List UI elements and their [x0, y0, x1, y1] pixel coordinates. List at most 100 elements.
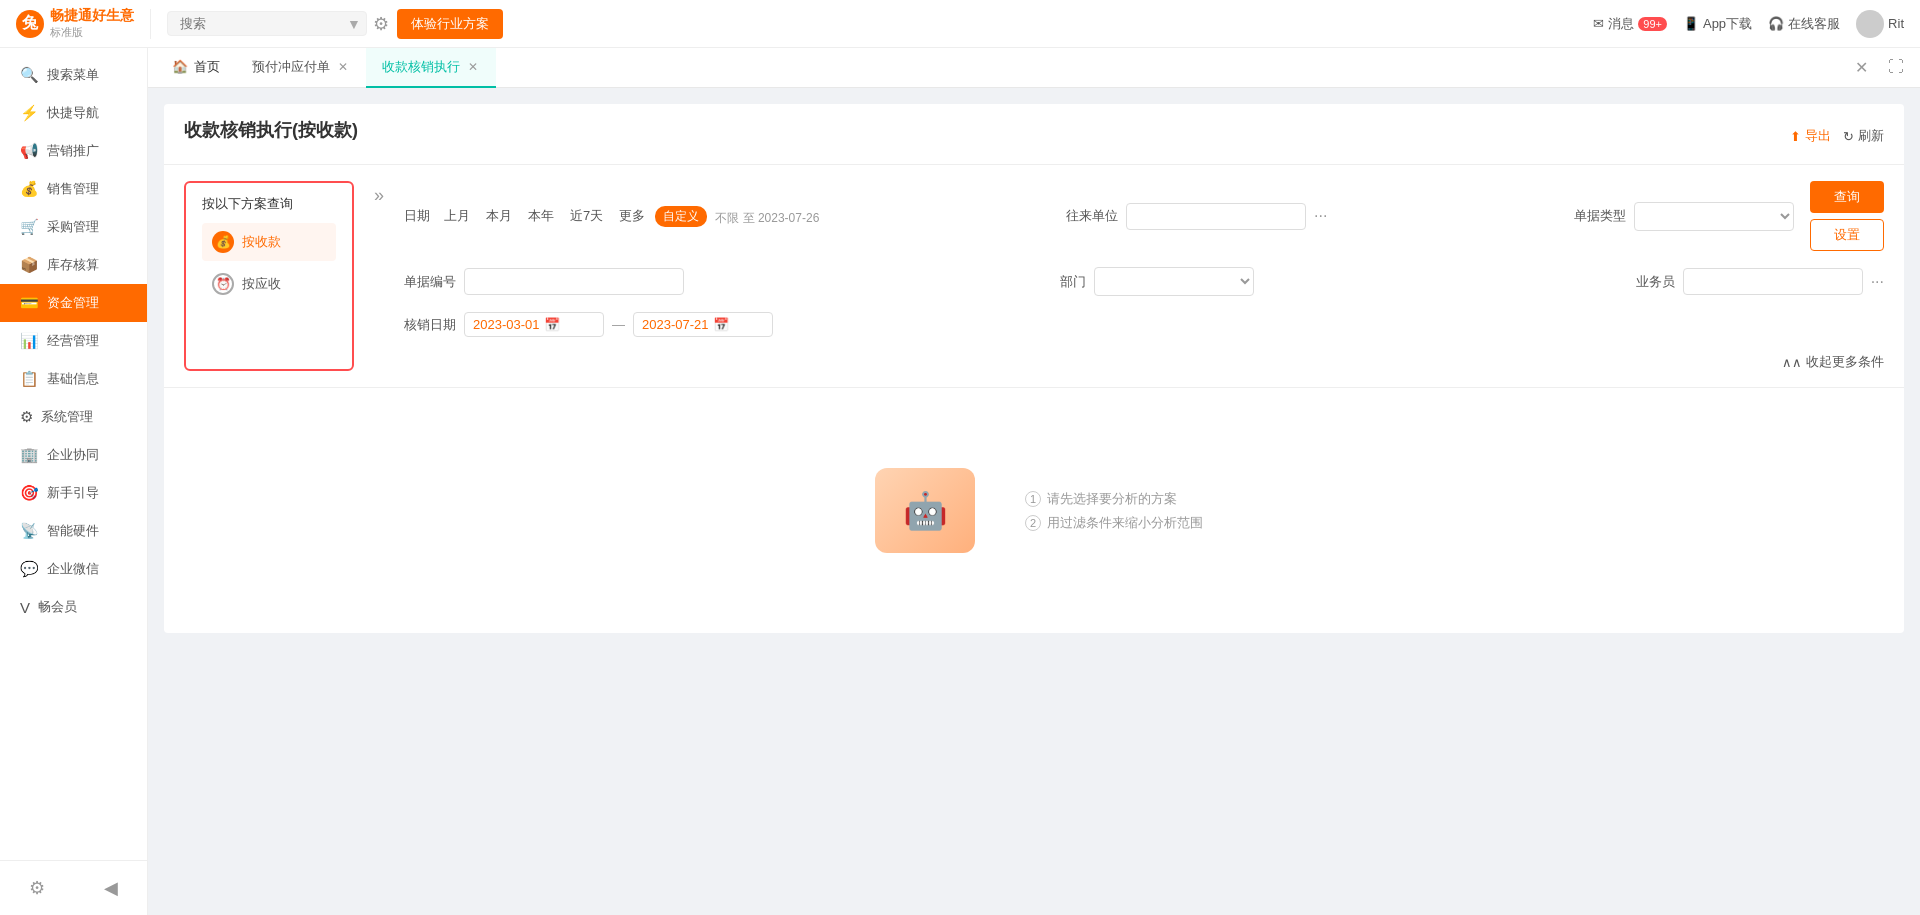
empty-tip-2: 2 用过滤条件来缩小分析范围	[1025, 514, 1203, 532]
system-icon: ⚙	[20, 408, 33, 426]
tab-close-all-btn[interactable]: ✕	[1847, 54, 1876, 81]
counterpart-input[interactable]	[1126, 203, 1306, 230]
message-badge: 99+	[1638, 17, 1667, 31]
last7-btn[interactable]: 近7天	[564, 205, 609, 227]
this-year-btn[interactable]: 本年	[522, 205, 560, 227]
more-btn[interactable]: 更多	[613, 205, 651, 227]
page-title: 收款核销执行(按收款)	[184, 118, 358, 142]
tip-text-2: 用过滤条件来缩小分析范围	[1047, 514, 1203, 532]
sidebar-item-label: 营销推广	[47, 142, 99, 160]
collapse-more-wrap: ∧∧ 收起更多条件	[404, 353, 1884, 371]
filter-option-by-receipt[interactable]: 💰 按收款	[202, 223, 336, 261]
avatar	[1856, 10, 1884, 38]
sidebar-item-enterprise[interactable]: 🏢 企业协同	[0, 436, 147, 474]
prev-month-btn[interactable]: 上月	[438, 205, 476, 227]
date-hint-wrap: 不限 至 2023-07-26	[715, 210, 819, 227]
tab-prepay-close[interactable]: ✕	[336, 58, 350, 76]
sidebar-item-operations[interactable]: 📊 经营管理	[0, 322, 147, 360]
chevron-up-icon: ∧∧	[1782, 355, 1802, 370]
tab-receivable[interactable]: 收款核销执行 ✕	[366, 48, 496, 88]
doc-no-input[interactable]	[464, 268, 684, 295]
main-area: 🏠 首页 预付冲应付单 ✕ 收款核销执行 ✕ ✕ ⛶ 收款核销执行(按收款) ⬆	[148, 48, 1920, 915]
staff-input[interactable]	[1683, 268, 1863, 295]
top-search-input[interactable]	[167, 11, 367, 36]
content-area: 收款核销执行(按收款) ⬆ 导出 ↻ 刷新 按以下方案查询	[148, 88, 1920, 915]
trial-button[interactable]: 体验行业方案	[397, 9, 503, 39]
sidebar-item-system[interactable]: ⚙ 系统管理	[0, 398, 147, 436]
sidebar-item-sales[interactable]: 💰 销售管理	[0, 170, 147, 208]
sidebar-collapse-btn[interactable]: ◀	[96, 869, 126, 907]
tip-num-1: 1	[1025, 491, 1041, 507]
settings-button[interactable]: 设置	[1810, 219, 1884, 251]
sidebar-item-label: 资金管理	[47, 294, 99, 312]
sidebar-bottom: ⚙ ◀	[0, 860, 147, 915]
message-label: 消息	[1608, 15, 1634, 33]
tab-receivable-close[interactable]: ✕	[466, 58, 480, 76]
sidebar-item-purchase[interactable]: 🛒 采购管理	[0, 208, 147, 246]
sidebar-item-finance[interactable]: 💳 资金管理	[0, 284, 147, 322]
sidebar-item-label: 库存核算	[47, 256, 99, 274]
this-month-btn[interactable]: 本月	[480, 205, 518, 227]
app-edition: 标准版	[50, 25, 134, 40]
phone-icon: 📱	[1683, 16, 1699, 31]
dept-field: 部门	[1060, 267, 1260, 296]
verify-date-end: 2023-07-21	[642, 317, 709, 332]
sidebar-item-wechat[interactable]: 💬 企业微信	[0, 550, 147, 588]
divider	[150, 9, 151, 39]
sidebar-item-hardware[interactable]: 📡 智能硬件	[0, 512, 147, 550]
empty-tip-1: 1 请先选择要分析的方案	[1025, 490, 1203, 508]
sidebar-item-label: 快捷导航	[47, 104, 99, 122]
doc-type-select[interactable]	[1634, 202, 1794, 231]
filter-scheme-panel: 按以下方案查询 💰 按收款 ⏰ 按应收	[184, 181, 354, 371]
sidebar-item-basic-info[interactable]: 📋 基础信息	[0, 360, 147, 398]
tab-expand-btn[interactable]: ⛶	[1880, 54, 1912, 81]
staff-more-btn[interactable]: ···	[1871, 273, 1884, 291]
doc-type-label: 单据类型	[1574, 207, 1626, 225]
sidebar-item-label: 企业协同	[47, 446, 99, 464]
counterpart-label: 往来单位	[1066, 207, 1118, 225]
online-service-btn[interactable]: 🎧 在线客服	[1768, 15, 1840, 33]
app-download-label: App下载	[1703, 15, 1752, 33]
user-info: Rit	[1856, 10, 1904, 38]
sidebar-settings-btn[interactable]: ⚙	[21, 869, 53, 907]
doc-no-field: 单据编号	[404, 268, 684, 295]
tab-home[interactable]: 🏠 首页	[156, 48, 236, 88]
tip-text-1: 请先选择要分析的方案	[1047, 490, 1177, 508]
date-field: 日期 上月 本月 本年 近7天 更多 自定义 不限 至 2023-07-26	[404, 205, 819, 227]
sidebar-item-label: 销售管理	[47, 180, 99, 198]
verify-date-start: 2023-03-01	[473, 317, 540, 332]
sidebar-item-quick-nav[interactable]: ⚡ 快捷导航	[0, 94, 147, 132]
page-toolbar: ⬆ 导出 ↻ 刷新	[1790, 127, 1884, 145]
user-name: Rit	[1888, 16, 1904, 31]
box-icon: 📦	[20, 256, 39, 274]
calendar-start-icon[interactable]: 📅	[544, 317, 560, 332]
sidebar-item-inventory[interactable]: 📦 库存核算	[0, 246, 147, 284]
sidebar-item-member[interactable]: V 畅会员	[0, 588, 147, 626]
counterpart-more-btn[interactable]: ···	[1314, 207, 1327, 225]
gear-icon[interactable]: ⚙	[373, 13, 389, 35]
custom-btn[interactable]: 自定义	[655, 206, 707, 227]
refresh-button[interactable]: ↻ 刷新	[1843, 127, 1884, 145]
sidebar-item-label: 新手引导	[47, 484, 99, 502]
sidebar: 🔍 搜索菜单 ⚡ 快捷导航 📢 营销推广 💰 销售管理 🛒 采购管理 📦 库存核…	[0, 48, 148, 915]
tab-prepay[interactable]: 预付冲应付单 ✕	[236, 48, 366, 88]
filter-collapse-btn[interactable]: »	[370, 181, 388, 210]
sidebar-item-marketing[interactable]: 📢 营销推广	[0, 132, 147, 170]
filter-option-by-receivable[interactable]: ⏰ 按应收	[202, 265, 336, 303]
message-btn[interactable]: ✉ 消息 99+	[1593, 15, 1667, 33]
collapse-more-btn[interactable]: ∧∧ 收起更多条件	[1782, 353, 1884, 371]
empty-tips: 1 请先选择要分析的方案 2 用过滤条件来缩小分析范围	[1025, 490, 1203, 532]
calendar-end-icon[interactable]: 📅	[713, 317, 729, 332]
search-icon: 🔍	[20, 66, 39, 84]
dept-select[interactable]	[1094, 267, 1254, 296]
query-button[interactable]: 查询	[1810, 181, 1884, 213]
clipboard-icon: 📋	[20, 370, 39, 388]
top-search-icon[interactable]: ▼	[347, 16, 361, 32]
sidebar-item-guide[interactable]: 🎯 新手引导	[0, 474, 147, 512]
export-button[interactable]: ⬆ 导出	[1790, 127, 1831, 145]
date-label: 日期	[404, 207, 430, 225]
staff-label: 业务员	[1636, 273, 1675, 291]
app-download-btn[interactable]: 📱 App下载	[1683, 15, 1752, 33]
sidebar-item-label: 经营管理	[47, 332, 99, 350]
sidebar-item-search[interactable]: 🔍 搜索菜单	[0, 56, 147, 94]
